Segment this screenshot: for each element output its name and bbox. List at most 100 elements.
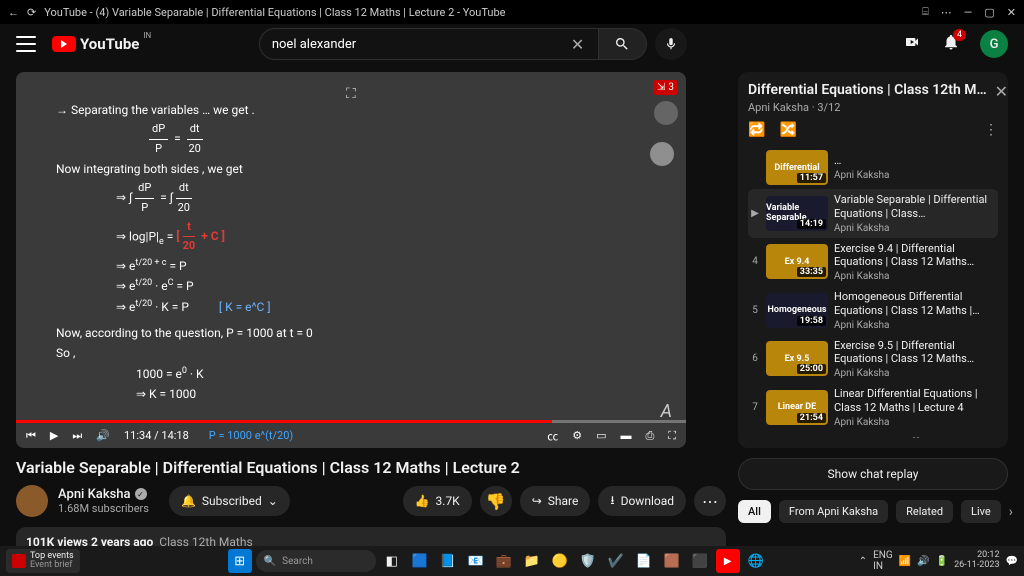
previous-icon[interactable]: ⏮ [26,429,36,443]
search-input[interactable] [259,28,599,60]
widgets-icon [12,554,26,568]
fullscreen-icon[interactable]: ⛶ [668,429,676,443]
wifi-icon[interactable]: 📶 [899,556,911,567]
filter-chip[interactable]: Live [961,500,1001,523]
start-button[interactable]: ⊞ [228,549,252,573]
theater-icon[interactable]: ▬ [620,429,631,442]
browser-titlebar: ← ⟳ YouTube - (4) Variable Separable | D… [0,0,1024,24]
hamburger-icon[interactable] [16,36,36,52]
user-avatar[interactable]: G [980,30,1008,58]
chips-next-icon[interactable]: › [1009,504,1013,520]
playlist-thumbnail: Ex 9.433:35 [766,244,828,279]
taskbar-app[interactable]: 🛡️ [576,549,600,573]
taskbar-app[interactable]: 💼 [492,549,516,573]
window-title: YouTube - (4) Variable Separable | Diffe… [44,6,505,19]
loop-icon[interactable]: 🔁 [748,122,765,138]
chapter-label[interactable]: P = 1000 e^(t/20) [209,429,293,442]
voice-search-icon[interactable] [655,28,687,60]
playlist-title[interactable]: Differential Equations | Class 12th M… [748,82,987,98]
taskbar-app[interactable]: 🟫 [660,549,684,573]
verified-icon: ✓ [135,488,147,500]
youtube-logo[interactable]: YouTube IN [52,35,151,53]
notification-badge: 4 [953,29,966,41]
next-icon[interactable]: ⏭ [72,429,82,443]
play-icon[interactable]: ▶ [50,429,58,442]
taskbar-app[interactable]: 📘 [436,549,460,573]
drag-handle-icon[interactable] [650,142,674,166]
miniplayer-toggle-icon[interactable]: ▭ [596,429,606,442]
refresh-icon[interactable]: ⟳ [27,6,36,19]
playlist-item[interactable]: 8 Ex 9.625:19 Exercise 9.6 | Differentia… [748,432,998,439]
ambient-share-icon[interactable] [654,101,678,125]
show-chat-button[interactable]: Show chat replay [738,458,1008,490]
taskbar-youtube[interactable]: ▶ [716,549,740,573]
playlist-meta: Apni Kaksha · 3/12 [748,101,987,114]
widgets-button[interactable]: Top eventsEvent brief [6,549,80,573]
taskbar-app[interactable]: ⬛ [688,549,712,573]
cast-icon[interactable]: ⌸ [922,5,929,19]
thumbs-up-icon: 👍 [415,494,430,508]
search-icon: 🔍 [264,556,276,567]
playlist-menu-icon[interactable]: ⋮ [984,122,998,138]
close-window-icon[interactable]: ✕ [1007,6,1016,19]
search-button[interactable] [599,28,647,60]
playlist-item[interactable]: 4 Ex 9.433:35 Exercise 9.4 | Differentia… [748,238,998,287]
taskbar-app[interactable]: ✔️ [604,549,628,573]
more-actions-button[interactable]: ⋯ [694,486,726,516]
battery-icon[interactable]: 🔋 [936,556,948,567]
like-button[interactable]: 👍3.7K [403,486,472,516]
more-icon[interactable]: ⋯ [941,6,952,19]
tray-chevron-icon[interactable]: ⌃ [859,556,867,567]
subscribed-button[interactable]: 🔔 Subscribed ⌄ [169,486,290,516]
language-indicator[interactable]: ENGIN [873,550,893,572]
close-playlist-icon[interactable]: ✕ [995,82,1008,101]
download-icon: ⭳ [610,491,614,512]
shuffle-icon[interactable]: 🔀 [779,122,796,138]
channel-avatar[interactable] [16,485,48,517]
channel-name[interactable]: Apni Kaksha✓ [58,487,149,503]
pip-badge[interactable]: ⇲ 3 [653,80,678,95]
share-button[interactable]: ↪Share [520,486,591,516]
video-content: → Separating the variables … we get . dP… [16,72,686,448]
create-icon[interactable] [902,34,922,54]
task-view-icon[interactable]: ◧ [380,549,404,573]
taskbar-search[interactable]: 🔍Search [256,550,376,572]
minimize-icon[interactable]: — [964,6,973,19]
filter-chip[interactable]: From Apni Kaksha [779,500,888,523]
video-player[interactable]: → Separating the variables … we get . dP… [16,72,686,448]
taskbar-app[interactable]: 📧 [464,549,488,573]
youtube-header: YouTube IN ✕ 4 G [0,24,1024,64]
playlist-list[interactable]: Differential11:57 …Apni Kaksha▶ Variable… [748,146,998,438]
notifications-tray-icon[interactable]: 💬 [1006,556,1018,567]
notifications-icon[interactable]: 4 [942,33,960,55]
cast-player-icon[interactable]: ⎙ [645,429,654,443]
taskbar-app[interactable]: 📄 [632,549,656,573]
volume-icon[interactable]: 🔊 [96,429,110,442]
taskbar-app[interactable]: 🟡 [548,549,572,573]
playlist-item[interactable]: ▶ Variable Separable14:19 Variable Separ… [748,189,998,238]
back-icon[interactable]: ← [8,6,19,19]
dislike-button[interactable]: 👎 [480,486,512,516]
video-title: Variable Separable | Differential Equati… [16,458,726,477]
clear-search-icon[interactable]: ✕ [571,35,591,54]
taskbar-chrome[interactable]: 🌐 [744,549,768,573]
playlist-item[interactable]: 6 Ex 9.525:00 Exercise 9.5 | Differentia… [748,335,998,384]
filter-chip[interactable]: All [738,500,771,523]
captions-icon[interactable]: ㏄ [547,428,558,444]
playlist-item[interactable]: Differential11:57 …Apni Kaksha [748,146,998,189]
playlist-thumbnail: Homogeneous19:58 [766,293,828,328]
playlist-item[interactable]: 7 Linear DE21:54 Linear Differential Equ… [748,383,998,432]
settings-gear-icon[interactable]: ⚙ [572,429,582,442]
playlist-item[interactable]: 5 Homogeneous19:58 Homogeneous Different… [748,286,998,335]
windows-taskbar: Top eventsEvent brief ⊞ 🔍Search ◧ 🟦 📘 📧 … [0,546,1024,576]
maximize-icon[interactable]: ▢ [984,6,994,19]
volume-tray-icon[interactable]: 🔊 [917,556,929,567]
player-controls: ⏮ ▶ ⏭ 🔊 11:34 / 14:18 P = 1000 e^(t/20) … [16,423,686,448]
miniplayer-icon[interactable]: ⛶ [346,86,356,102]
taskbar-app[interactable]: 🟦 [408,549,432,573]
download-button[interactable]: ⭳Download [598,486,686,516]
filter-chip[interactable]: Related [896,500,953,523]
clock[interactable]: 20:1226-11-2023 [954,551,999,571]
share-icon: ↪ [532,494,542,508]
taskbar-app[interactable]: 📁 [520,549,544,573]
